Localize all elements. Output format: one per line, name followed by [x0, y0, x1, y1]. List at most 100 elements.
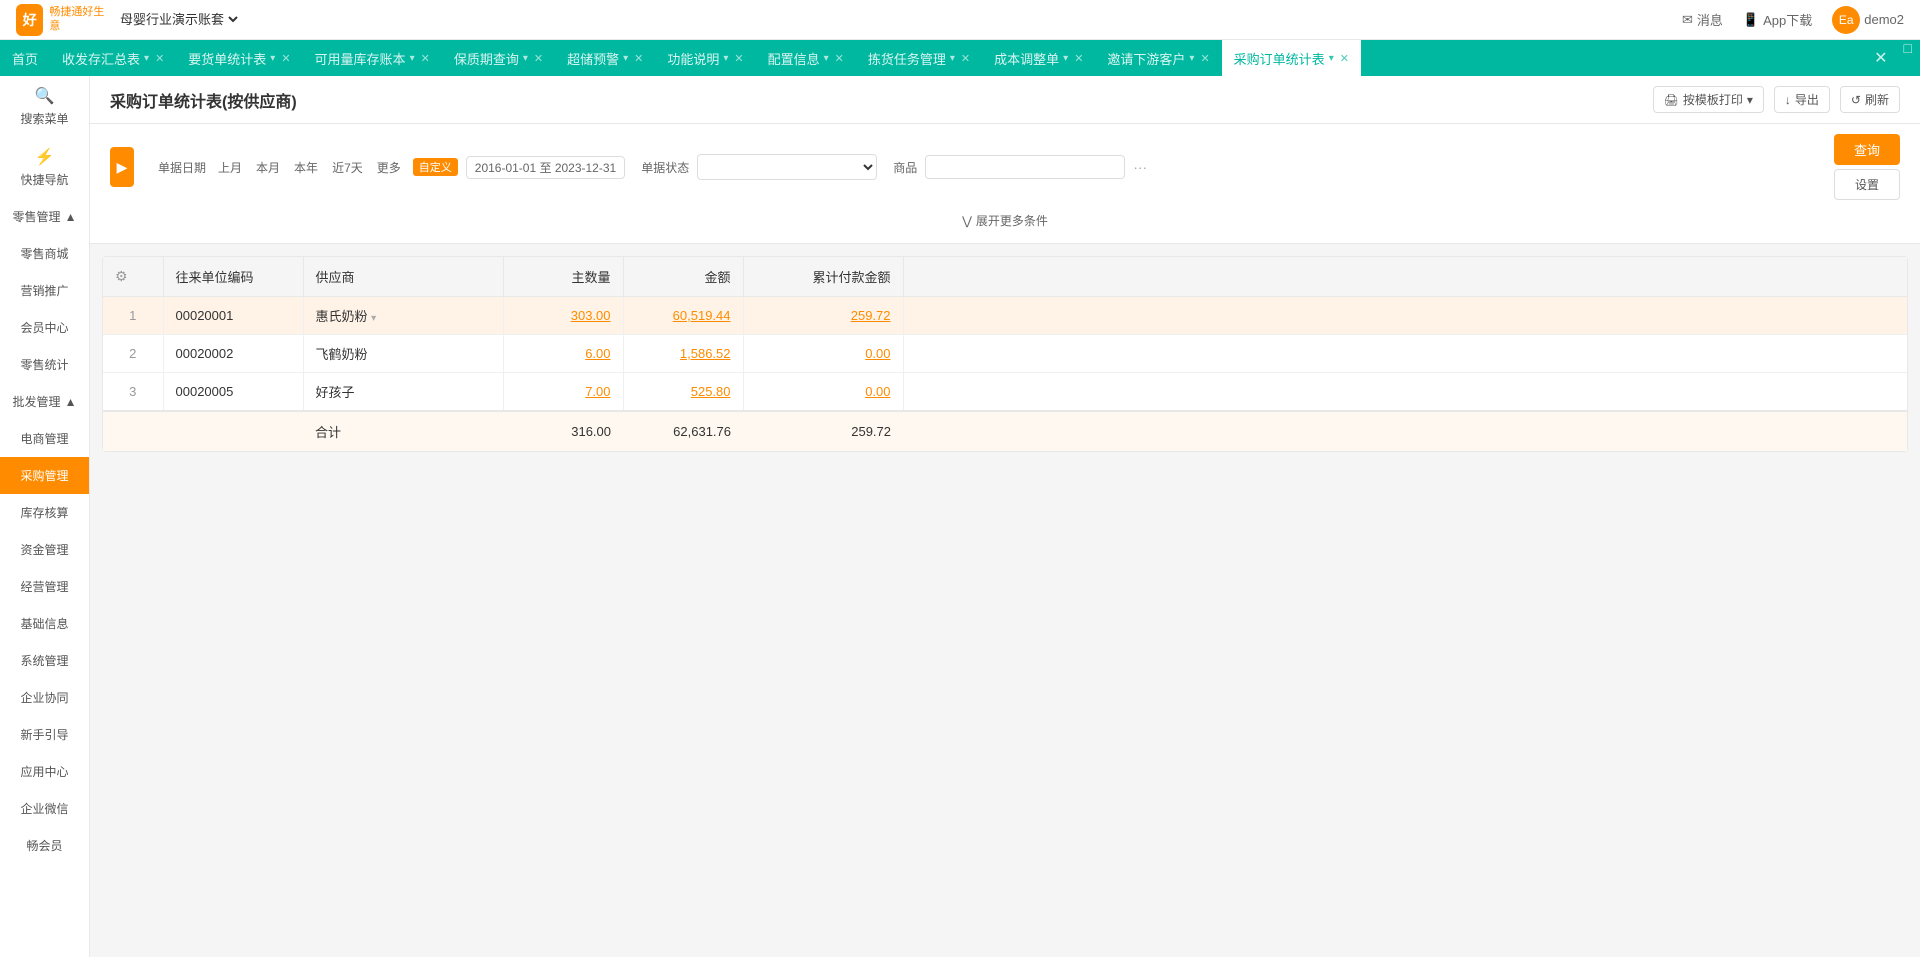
- close-icon[interactable]: ✕: [1340, 52, 1349, 65]
- cell-supplier: 飞鹤奶粉: [303, 335, 503, 373]
- sidebar-item-member[interactable]: 会员中心: [0, 309, 89, 346]
- date-label: 单据日期: [158, 159, 206, 176]
- col-header-paid: 累计付款金额: [743, 257, 903, 297]
- maximize-btn[interactable]: □: [1896, 40, 1920, 76]
- col-header-code: 往来单位编码: [163, 257, 303, 297]
- tab-function-desc[interactable]: 功能说明 ▾ ✕: [655, 40, 755, 76]
- export-btn[interactable]: ↓ 导出: [1774, 86, 1830, 113]
- filter-bar: ▶ 单据日期 上月 本月 本年 近7天 更多 自定义 2016-01-01 至 …: [90, 124, 1920, 244]
- close-icon[interactable]: ✕: [1074, 52, 1083, 65]
- table-header-row: ⚙ 往来单位编码 供应商 主数量 金额: [103, 257, 1907, 297]
- filter-row-1: ▶ 单据日期 上月 本月 本年 近7天 更多 自定义 2016-01-01 至 …: [110, 134, 1900, 200]
- sidebar-item-wholesale[interactable]: 批发管理 ▲: [0, 383, 89, 420]
- close-icon[interactable]: ✕: [634, 52, 643, 65]
- date-range-input[interactable]: 2016-01-01 至 2023-12-31: [466, 156, 625, 179]
- filter-content: 单据日期 上月 本月 本年 近7天 更多 自定义 2016-01-01 至 20…: [158, 154, 1818, 180]
- footer-label: [163, 411, 303, 451]
- cell-code: 00020002: [163, 335, 303, 373]
- expand-row-icon[interactable]: ▾: [371, 313, 376, 324]
- sidebar-item-basic-info[interactable]: 基础信息: [0, 605, 89, 642]
- tab-purchase-stats[interactable]: 采购订单统计表 ▾ ✕: [1222, 40, 1361, 76]
- template-print-btn[interactable]: 🖨 按模板打印 ▾: [1653, 86, 1764, 113]
- sidebar-item-newbie[interactable]: 新手引导: [0, 716, 89, 753]
- sidebar-item-member2[interactable]: 畅会员: [0, 827, 89, 864]
- search-btn[interactable]: 查询: [1834, 134, 1900, 165]
- sidebar-item-purchase[interactable]: 采购管理: [0, 457, 89, 494]
- shortcut-this-month[interactable]: 本月: [252, 157, 284, 178]
- tab-inventory-book[interactable]: 可用量库存账本 ▾ ✕: [303, 40, 442, 76]
- sidebar-item-search[interactable]: 🔍 搜索菜单: [0, 76, 89, 137]
- expand-more-btn[interactable]: ⋁ 展开更多条件: [110, 208, 1900, 233]
- tab-overstock[interactable]: 超储预警 ▾ ✕: [555, 40, 655, 76]
- close-icon[interactable]: ✕: [961, 52, 970, 65]
- tab-cost-adjust[interactable]: 成本调整单 ▾ ✕: [982, 40, 1095, 76]
- sidebar-item-wechat[interactable]: 企业微信: [0, 790, 89, 827]
- refresh-btn[interactable]: ↺ 刷新: [1840, 86, 1900, 113]
- tab-order-stats[interactable]: 要货单统计表 ▾ ✕: [176, 40, 302, 76]
- breadcrumb-select[interactable]: 母婴行业演示账套: [116, 11, 241, 28]
- filter-toggle-btn[interactable]: ▶: [110, 147, 134, 187]
- status-select[interactable]: [697, 154, 877, 180]
- cell-amount: 60,519.44: [623, 297, 743, 335]
- shortcut-this-year[interactable]: 本年: [290, 157, 322, 178]
- footer-qty: 316.00: [503, 411, 623, 451]
- cell-rest: [903, 373, 1907, 412]
- shortcut-last-month[interactable]: 上月: [214, 157, 246, 178]
- sidebar-item-retail-store[interactable]: 零售商城: [0, 235, 89, 272]
- custom-badge: 自定义: [413, 158, 458, 176]
- tab-invite-customer[interactable]: 邀请下游客户 ▾ ✕: [1095, 40, 1221, 76]
- tab-home[interactable]: 首页: [0, 40, 50, 76]
- tab-arrow: ▾: [950, 53, 955, 64]
- message-btn[interactable]: ✉ 消息: [1682, 10, 1723, 29]
- page-header: 采购订单统计表(按供应商) 🖨 按模板打印 ▾ ↓ 导出 ↺ 刷新: [90, 76, 1920, 124]
- tab-expiry[interactable]: 保质期查询 ▾ ✕: [442, 40, 555, 76]
- cell-qty: 6.00: [503, 335, 623, 373]
- sidebar-item-retail-mgmt[interactable]: 零售管理 ▲: [0, 198, 89, 235]
- shortcut-7days[interactable]: 近7天: [328, 157, 367, 178]
- user-info[interactable]: Ea demo2: [1832, 6, 1904, 34]
- sidebar-item-inventory[interactable]: 库存核算: [0, 494, 89, 531]
- shortcut-more[interactable]: 更多: [373, 157, 405, 178]
- export-icon: ↓: [1785, 93, 1791, 107]
- column-settings-icon[interactable]: ⚙: [115, 268, 128, 284]
- cell-code: 00020001: [163, 297, 303, 335]
- close-all-tabs-btn[interactable]: ✕: [1866, 40, 1895, 76]
- filter-settings-btn[interactable]: 设置: [1834, 169, 1900, 200]
- app-download-btn[interactable]: 📱 App下载: [1743, 10, 1812, 29]
- col-header-supplier: 供应商: [303, 257, 503, 297]
- cell-seq: 3: [103, 373, 163, 412]
- commodity-input[interactable]: [925, 155, 1125, 179]
- tab-arrow: ▾: [1063, 53, 1068, 64]
- sidebar-item-enterprise[interactable]: 企业协同: [0, 679, 89, 716]
- table-footer-row: 合计 316.00 62,631.76 259.72: [103, 411, 1907, 451]
- logo-icon: 好: [16, 4, 43, 36]
- top-bar: 好 畅捷通好生意 母婴行业演示账套 ✉ 消息 📱 App下载 Ea demo2: [0, 0, 1920, 40]
- sidebar-item-app-center[interactable]: 应用中心: [0, 753, 89, 790]
- cell-rest: [903, 335, 1907, 373]
- sidebar-item-finance[interactable]: 资金管理: [0, 531, 89, 568]
- sidebar-item-quick-nav[interactable]: ⚡ 快捷导航: [0, 137, 89, 198]
- tab-arrow: ▾: [410, 53, 415, 64]
- close-icon[interactable]: ✕: [155, 52, 164, 65]
- close-icon[interactable]: ✕: [1200, 52, 1209, 65]
- close-icon[interactable]: ✕: [281, 52, 290, 65]
- sidebar: 🔍 搜索菜单 ⚡ 快捷导航 零售管理 ▲ 零售商城 营销推广 会员中心 零售统计…: [0, 76, 90, 957]
- sidebar-item-ecommerce[interactable]: 电商管理: [0, 420, 89, 457]
- sidebar-item-marketing[interactable]: 营销推广: [0, 272, 89, 309]
- table-row: 3 00020005 好孩子 7.00 525.80: [103, 373, 1907, 412]
- tab-pick-task[interactable]: 拣货任务管理 ▾ ✕: [856, 40, 982, 76]
- sidebar-item-sys-mgmt[interactable]: 系统管理: [0, 642, 89, 679]
- close-icon[interactable]: ✕: [421, 52, 430, 65]
- cell-paid: 259.72: [743, 297, 903, 335]
- more-options-icon[interactable]: ···: [1133, 159, 1147, 175]
- close-icon[interactable]: ✕: [835, 52, 844, 65]
- purchase-stats-table: ⚙ 往来单位编码 供应商 主数量 金额: [103, 257, 1907, 451]
- print-icon: 🖨: [1664, 93, 1679, 107]
- footer-seq: [103, 411, 163, 451]
- sidebar-item-operation[interactable]: 经营管理: [0, 568, 89, 605]
- close-icon[interactable]: ✕: [534, 52, 543, 65]
- tab-config[interactable]: 配置信息 ▾ ✕: [756, 40, 856, 76]
- close-icon[interactable]: ✕: [734, 52, 743, 65]
- tab-receive-send[interactable]: 收发存汇总表 ▾ ✕: [50, 40, 176, 76]
- sidebar-item-retail-stats[interactable]: 零售统计: [0, 346, 89, 383]
